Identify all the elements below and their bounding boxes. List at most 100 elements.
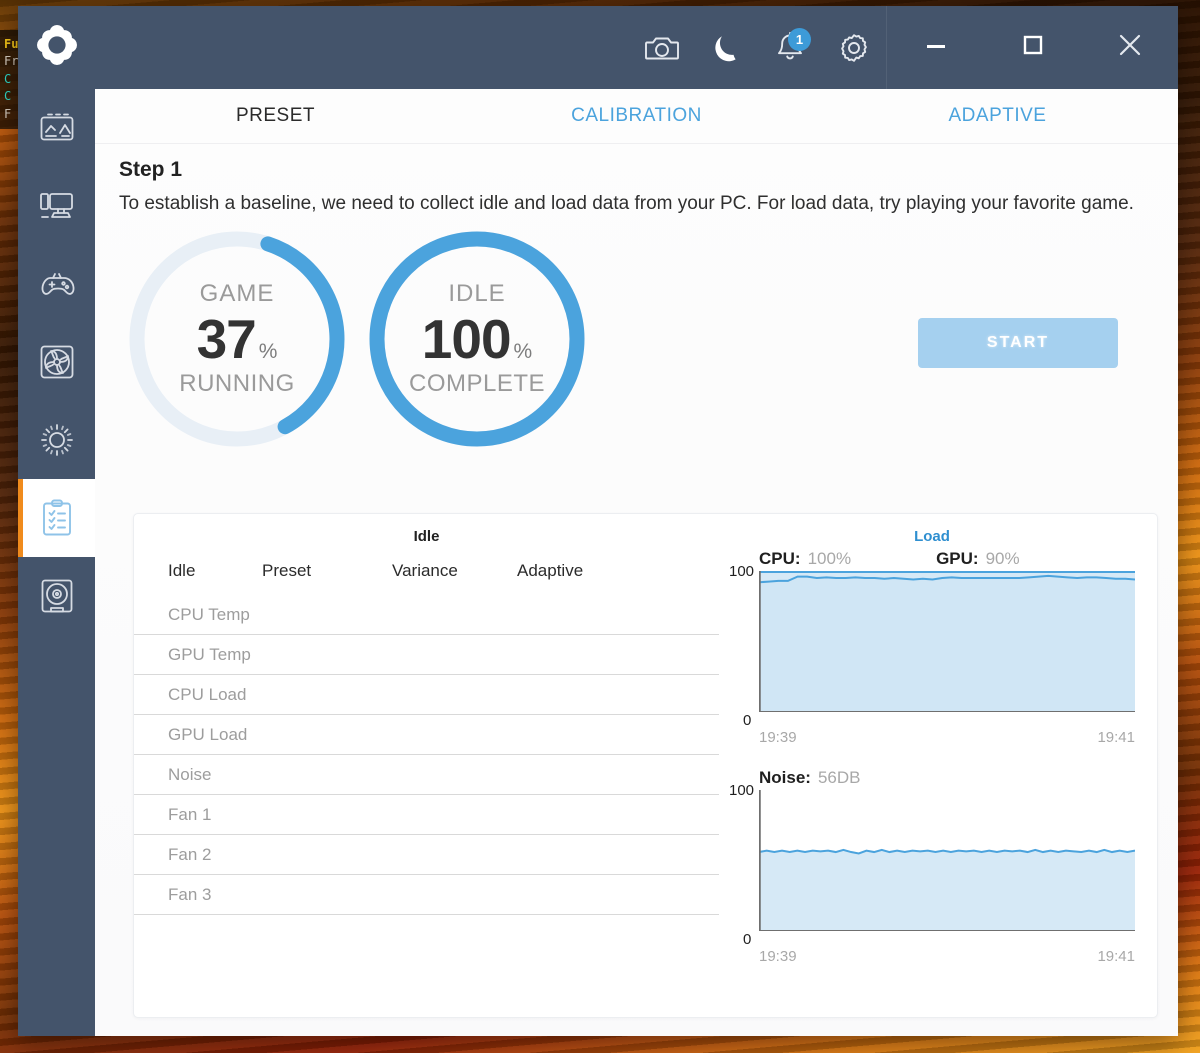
table-row: Fan 2 (134, 834, 719, 875)
screenshot-button[interactable] (630, 6, 694, 89)
start-button[interactable]: START (918, 318, 1118, 369)
legend-noise-value: 56DB (817, 768, 861, 787)
row-variance (392, 834, 517, 875)
table-col-variance: Variance (392, 561, 458, 580)
noise-x-labels: 19:39 19:41 (759, 948, 1135, 965)
minimize-button[interactable] (887, 6, 984, 89)
sidebar-item-cooling[interactable] (18, 323, 95, 401)
noise-chart-block: Noise: 56DB 100 0 19:39 19:41 (729, 768, 1135, 965)
tab-calibration[interactable]: CALIBRATION (456, 105, 817, 127)
load-x-end: 19:41 (1097, 729, 1135, 746)
noise-y-min: 0 (743, 931, 752, 948)
row-adaptive (517, 714, 719, 755)
gauge-idle-unit: % (513, 340, 533, 364)
row-preset (262, 834, 392, 875)
idle-table-pane: Idle Idle Preset Variance Adaptive CPU T… (134, 514, 719, 1017)
sidebar-item-dashboard[interactable] (18, 89, 95, 167)
table-row: Fan 1 (134, 794, 719, 835)
tab-preset[interactable]: PRESET (95, 105, 456, 127)
row-variance (392, 634, 517, 675)
row-label: Noise (134, 754, 262, 795)
disk-drive-icon (40, 578, 74, 614)
maximize-icon (1022, 34, 1044, 61)
sidebar-item-system[interactable] (18, 167, 95, 245)
table-col-adaptive: Adaptive (517, 561, 584, 580)
row-variance (392, 595, 517, 635)
legend-gpu-key: GPU (936, 549, 973, 568)
night-mode-button[interactable] (694, 6, 758, 89)
sidebar-item-storage[interactable] (18, 557, 95, 635)
sidebar-item-gaming[interactable] (18, 245, 95, 323)
sidebar-item-lighting[interactable] (18, 401, 95, 479)
gamepad-icon (38, 269, 76, 299)
row-preset (262, 714, 392, 755)
legend-cpu-value: 100% (807, 549, 852, 568)
notifications-button[interactable]: 1 (758, 6, 822, 89)
gauge-idle-top-label: IDLE (448, 279, 506, 307)
row-variance (392, 754, 517, 795)
row-adaptive (517, 754, 719, 795)
table-row: CPU Load (134, 674, 719, 715)
row-label: CPU Temp (134, 595, 262, 635)
clipboard-checklist-icon (40, 499, 74, 537)
gauge-game-bottom-label: RUNNING (179, 370, 295, 398)
notification-badge: 1 (788, 28, 811, 51)
row-label: Fan 3 (134, 874, 262, 915)
legend-cpu: CPU: 100% (759, 549, 852, 568)
idle-table: Idle Preset Variance Adaptive CPU Temp G… (134, 561, 719, 915)
table-row: GPU Temp (134, 634, 719, 675)
gauge-game-value: 37 (196, 308, 257, 371)
row-adaptive (517, 794, 719, 835)
flower-gear-logo-icon (34, 22, 80, 73)
table-row: Noise (134, 754, 719, 795)
load-x-labels: 19:39 19:41 (759, 729, 1135, 746)
app-logo[interactable] (18, 6, 95, 89)
legend-gpu-value: 90% (985, 549, 1020, 568)
load-chart-block: CPU: 100% GPU: 90% 100 0 19:39 19:41 (729, 549, 1135, 746)
charts-pane: Load CPU: 100% GPU: 90% 100 0 19:39 19:4… (719, 514, 1157, 1017)
row-label: Fan 1 (134, 794, 262, 835)
noise-chart-legend: Noise: 56DB (759, 768, 1135, 788)
noise-chart: 100 0 (729, 782, 1135, 948)
row-adaptive (517, 874, 719, 915)
row-preset (262, 754, 392, 795)
table-col-preset: Preset (262, 561, 312, 580)
sun-brightness-icon (39, 422, 75, 458)
row-label: GPU Load (134, 714, 262, 755)
step-section: Step 1 To establish a baseline, we need … (95, 144, 1178, 216)
idle-table-title: Idle (413, 528, 440, 545)
gauge-game-unit: % (258, 340, 278, 364)
sidebar-item-calibration[interactable] (18, 479, 95, 557)
app-window: 1 PRESET CALIBRATION ADAPTIVE Step 1 To … (18, 6, 1178, 1036)
row-preset (262, 634, 392, 675)
row-preset (262, 595, 392, 635)
step-title: Step 1 (119, 158, 183, 181)
gear-icon (838, 32, 870, 64)
row-adaptive (517, 634, 719, 675)
fan-icon (39, 344, 75, 380)
row-preset (262, 874, 392, 915)
maximize-button[interactable] (984, 6, 1081, 89)
row-label: CPU Load (134, 674, 262, 715)
legend-noise: Noise: 56DB (759, 768, 861, 787)
settings-button[interactable] (822, 6, 886, 89)
load-chart: 100 0 (729, 563, 1135, 729)
load-y-max: 100 (729, 563, 755, 580)
row-preset (262, 674, 392, 715)
tab-bar: PRESET CALIBRATION ADAPTIVE (95, 89, 1178, 144)
load-chart-legend: CPU: 100% GPU: 90% (759, 549, 1135, 569)
load-chart-svg (759, 571, 1135, 712)
row-variance (392, 674, 517, 715)
camera-icon (645, 34, 679, 62)
moon-icon (712, 33, 740, 63)
row-adaptive (517, 595, 719, 635)
row-variance (392, 794, 517, 835)
noise-x-start: 19:39 (759, 948, 797, 965)
gauge-idle-bottom-label: COMPLETE (408, 370, 546, 398)
row-adaptive (517, 834, 719, 875)
legend-noise-key: Noise (759, 768, 806, 787)
close-button[interactable] (1081, 6, 1178, 89)
title-bar: 1 (95, 6, 1178, 89)
tab-adaptive[interactable]: ADAPTIVE (817, 105, 1178, 127)
row-label: GPU Temp (134, 634, 262, 675)
